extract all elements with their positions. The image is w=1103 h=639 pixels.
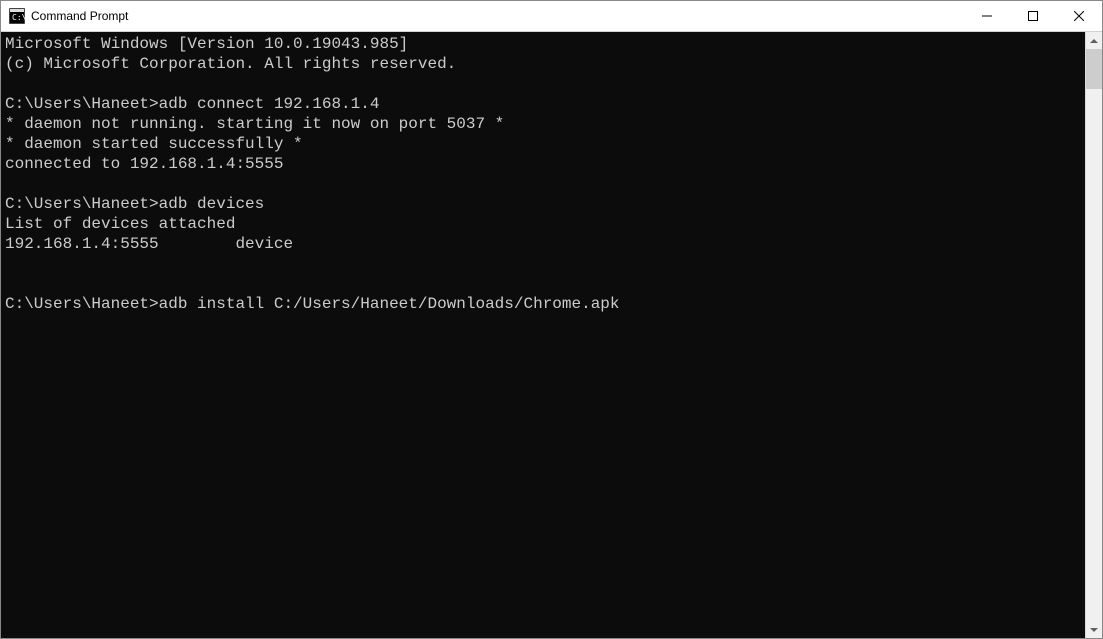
console-output[interactable]: Microsoft Windows [Version 10.0.19043.98… — [1, 32, 1085, 638]
chevron-down-icon — [1090, 628, 1098, 632]
minimize-icon — [982, 11, 992, 21]
window-controls — [964, 1, 1102, 31]
console-line: * daemon started successfully * — [5, 134, 1081, 154]
scroll-down-arrow[interactable] — [1086, 621, 1102, 638]
vertical-scrollbar[interactable] — [1085, 32, 1102, 638]
console-line — [5, 74, 1081, 94]
console-line: * daemon not running. starting it now on… — [5, 114, 1081, 134]
close-icon — [1074, 11, 1084, 21]
console-line: connected to 192.168.1.4:5555 — [5, 154, 1081, 174]
scroll-track[interactable] — [1086, 49, 1102, 621]
console-line: C:\Users\Haneet>adb connect 192.168.1.4 — [5, 94, 1081, 114]
close-button[interactable] — [1056, 1, 1102, 31]
chevron-up-icon — [1090, 39, 1098, 43]
console-line: C:\Users\Haneet>adb install C:/Users/Han… — [5, 294, 1081, 314]
scroll-thumb[interactable] — [1086, 49, 1102, 89]
console-line: Microsoft Windows [Version 10.0.19043.98… — [5, 34, 1081, 54]
console-line: List of devices attached — [5, 214, 1081, 234]
console-line — [5, 274, 1081, 294]
console-line: C:\Users\Haneet>adb devices — [5, 194, 1081, 214]
scroll-up-arrow[interactable] — [1086, 32, 1102, 49]
maximize-button[interactable] — [1010, 1, 1056, 31]
maximize-icon — [1028, 11, 1038, 21]
window-title: Command Prompt — [31, 9, 964, 23]
window-titlebar: C:\ Command Prompt — [1, 1, 1102, 32]
console-line — [5, 174, 1081, 194]
console-wrapper: Microsoft Windows [Version 10.0.19043.98… — [1, 32, 1102, 638]
cmd-icon: C:\ — [9, 8, 25, 24]
console-line: 192.168.1.4:5555 device — [5, 234, 1081, 254]
minimize-button[interactable] — [964, 1, 1010, 31]
console-line — [5, 254, 1081, 274]
svg-text:C:\: C:\ — [12, 13, 25, 22]
console-line: (c) Microsoft Corporation. All rights re… — [5, 54, 1081, 74]
